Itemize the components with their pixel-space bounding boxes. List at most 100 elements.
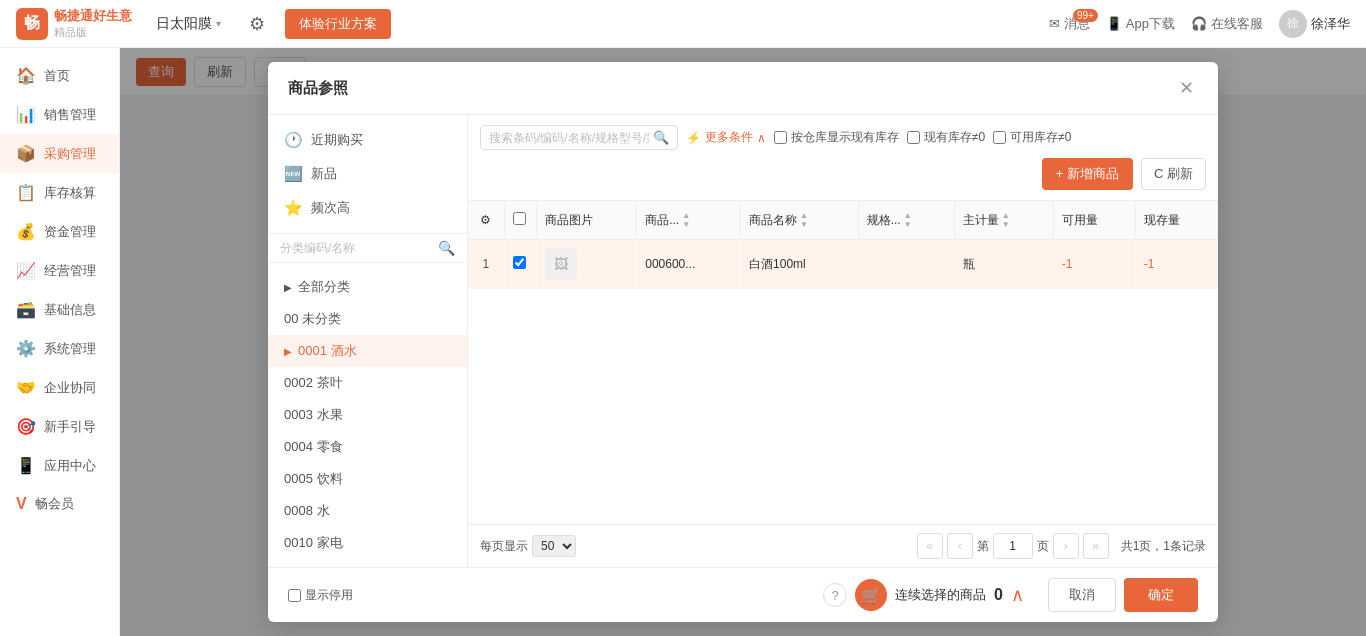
row-select-checkbox[interactable] — [513, 256, 526, 269]
freq-label: 频次高 — [311, 199, 350, 217]
category-item-0002[interactable]: 0002 茶叶 — [268, 367, 467, 399]
table-header-row: ⚙ 商品图片 — [468, 201, 1218, 240]
sidebar-label-sales: 销售管理 — [44, 106, 96, 124]
tab-new-products[interactable]: 🆕 新品 — [268, 157, 467, 191]
per-page-select[interactable]: 50 — [532, 535, 576, 557]
next-page-button[interactable]: › — [1053, 533, 1079, 559]
th-spec[interactable]: 规格... ▲▼ — [858, 201, 954, 240]
settings-icon-btn[interactable]: ⚙ — [241, 8, 273, 40]
sidebar-label-finance: 资金管理 — [44, 223, 96, 241]
category-search: 🔍 — [280, 240, 455, 256]
checkbox-available-stock[interactable]: 可用库存≠0 — [993, 129, 1071, 146]
product-table-wrap: ⚙ 商品图片 — [468, 201, 1218, 524]
cart-text-label: 连续选择的商品 — [895, 586, 986, 604]
online-service-btn[interactable]: 🎧 在线客服 — [1191, 15, 1263, 33]
finance-icon: 💰 — [16, 222, 36, 241]
page-number-input[interactable] — [993, 533, 1033, 559]
filter-more-button[interactable]: ⚡ 更多条件 ∧ — [686, 129, 766, 146]
last-page-button[interactable]: » — [1083, 533, 1109, 559]
sidebar: 🏠 首页 📊 销售管理 📦 采购管理 📋 库存核算 💰 资金管理 📈 经营管理 … — [0, 48, 120, 636]
th-settings: ⚙ — [468, 201, 504, 240]
sidebar-item-apps[interactable]: 📱 应用中心 — [0, 446, 119, 485]
cart-icon: 🛒 — [861, 586, 881, 605]
system-icon: ⚙️ — [16, 339, 36, 358]
sidebar-item-guide[interactable]: 🎯 新手引导 — [0, 407, 119, 446]
sidebar-item-purchase[interactable]: 📦 采购管理 — [0, 134, 119, 173]
modal-close-button[interactable]: ✕ — [1174, 76, 1198, 100]
product-search-input[interactable] — [489, 131, 649, 145]
show-disabled-checkbox[interactable]: 显示停用 — [288, 587, 353, 604]
home-icon: 🏠 — [16, 66, 36, 85]
th-name[interactable]: 商品名称 ▲▼ — [741, 201, 859, 240]
checkbox-current-stock[interactable]: 现有库存≠0 — [907, 129, 985, 146]
current-stock-checkbox[interactable] — [907, 131, 920, 144]
first-page-button[interactable]: « — [917, 533, 943, 559]
row-image-cell: 🖼 — [536, 240, 637, 289]
checkbox-by-warehouse[interactable]: 按仓库显示现有库存 — [774, 129, 899, 146]
store-selector[interactable]: 日太阳膜 ▾ — [148, 11, 229, 37]
online-service-label: 在线客服 — [1211, 15, 1263, 33]
sidebar-item-corp[interactable]: 🤝 企业协同 — [0, 368, 119, 407]
messages-btn[interactable]: ✉ 消息 99+ — [1049, 15, 1090, 33]
sidebar-item-system[interactable]: ⚙️ 系统管理 — [0, 329, 119, 368]
new-product-button[interactable]: + 新增商品 — [1042, 158, 1133, 190]
category-item-0004[interactable]: 0004 零食 — [268, 431, 467, 463]
tab-recent-purchase[interactable]: 🕐 近期购买 — [268, 123, 467, 157]
row-num: 1 — [468, 240, 504, 289]
sidebar-item-home[interactable]: 🏠 首页 — [0, 56, 119, 95]
main-content: 查询 刷新 设置 商品参照 ✕ 🕐 — [120, 48, 1366, 636]
cart-collapse-btn[interactable]: ∧ — [1011, 584, 1024, 606]
by-warehouse-checkbox[interactable] — [774, 131, 787, 144]
cancel-button[interactable]: 取消 — [1048, 578, 1116, 612]
sidebar-item-business[interactable]: 📈 经营管理 — [0, 251, 119, 290]
category-item-0010[interactable]: 0010 家电 — [268, 527, 467, 559]
sidebar-item-member[interactable]: V 畅会员 — [0, 485, 119, 523]
category-item-all[interactable]: ▶ 全部分类 — [268, 271, 467, 303]
refresh-product-button[interactable]: C 刷新 — [1141, 158, 1206, 190]
category-item-0003[interactable]: 0003 水果 — [268, 399, 467, 431]
cat-label-0005: 0005 饮料 — [284, 470, 343, 488]
th-unit[interactable]: 主计量 ▲▼ — [954, 201, 1053, 240]
category-item-0005[interactable]: 0005 饮料 — [268, 463, 467, 495]
tab-high-freq[interactable]: ⭐ 频次高 — [268, 191, 467, 225]
table-row[interactable]: 1 🖼 — [468, 240, 1218, 289]
row-checkbox-cell — [504, 240, 536, 289]
sidebar-label-inventory: 库存核算 — [44, 184, 96, 202]
prev-page-button[interactable]: ‹ — [947, 533, 973, 559]
confirm-button[interactable]: 确定 — [1124, 578, 1198, 612]
footer-buttons: 取消 确定 — [1048, 578, 1198, 612]
top-nav: 畅 畅捷通好生意 精品版 日太阳膜 ▾ ⚙ 体验行业方案 ✉ 消息 99+ 📱 … — [0, 0, 1366, 48]
sidebar-item-basic[interactable]: 🗃️ 基础信息 — [0, 290, 119, 329]
pagination-bar: 每页显示 50 « ‹ 第 页 › — [468, 524, 1218, 567]
category-search-input[interactable] — [280, 241, 434, 255]
category-search-icon[interactable]: 🔍 — [438, 240, 455, 256]
show-disabled-check[interactable] — [288, 589, 301, 602]
category-item-0001[interactable]: ▶ 0001 酒水 — [268, 335, 467, 367]
sidebar-item-sales[interactable]: 📊 销售管理 — [0, 95, 119, 134]
settings-col-icon[interactable]: ⚙ — [480, 213, 491, 227]
cart-icon-btn[interactable]: 🛒 — [855, 579, 887, 611]
th-unit-label: 主计量 — [963, 212, 999, 229]
by-warehouse-label: 按仓库显示现有库存 — [791, 129, 899, 146]
user-menu[interactable]: 徐 徐泽华 — [1279, 10, 1350, 38]
select-all-checkbox[interactable] — [513, 212, 526, 225]
cat-label-all: 全部分类 — [298, 278, 350, 296]
collapse-panel-button[interactable]: ‹‹ — [467, 232, 468, 264]
th-code[interactable]: 商品... ▲▼ — [637, 201, 741, 240]
filter-icon: ⚡ — [686, 131, 701, 145]
row-spec-cell — [858, 240, 954, 289]
th-stock: 现存量 — [1135, 201, 1217, 240]
app-download-btn[interactable]: 📱 App下载 — [1106, 15, 1175, 33]
new-icon: 🆕 — [284, 165, 303, 183]
row-available-cell: -1 — [1053, 240, 1135, 289]
phone-icon: 📱 — [1106, 16, 1122, 31]
product-search-icon[interactable]: 🔍 — [653, 130, 669, 145]
available-stock-checkbox[interactable] — [993, 131, 1006, 144]
sidebar-item-inventory[interactable]: 📋 库存核算 — [0, 173, 119, 212]
trial-button[interactable]: 体验行业方案 — [285, 9, 391, 39]
category-item-00[interactable]: 00 未分类 — [268, 303, 467, 335]
sidebar-item-finance[interactable]: 💰 资金管理 — [0, 212, 119, 251]
logo-icon: 畅 — [16, 8, 48, 40]
category-item-0008[interactable]: 0008 水 — [268, 495, 467, 527]
help-icon-btn[interactable]: ? — [823, 583, 847, 607]
